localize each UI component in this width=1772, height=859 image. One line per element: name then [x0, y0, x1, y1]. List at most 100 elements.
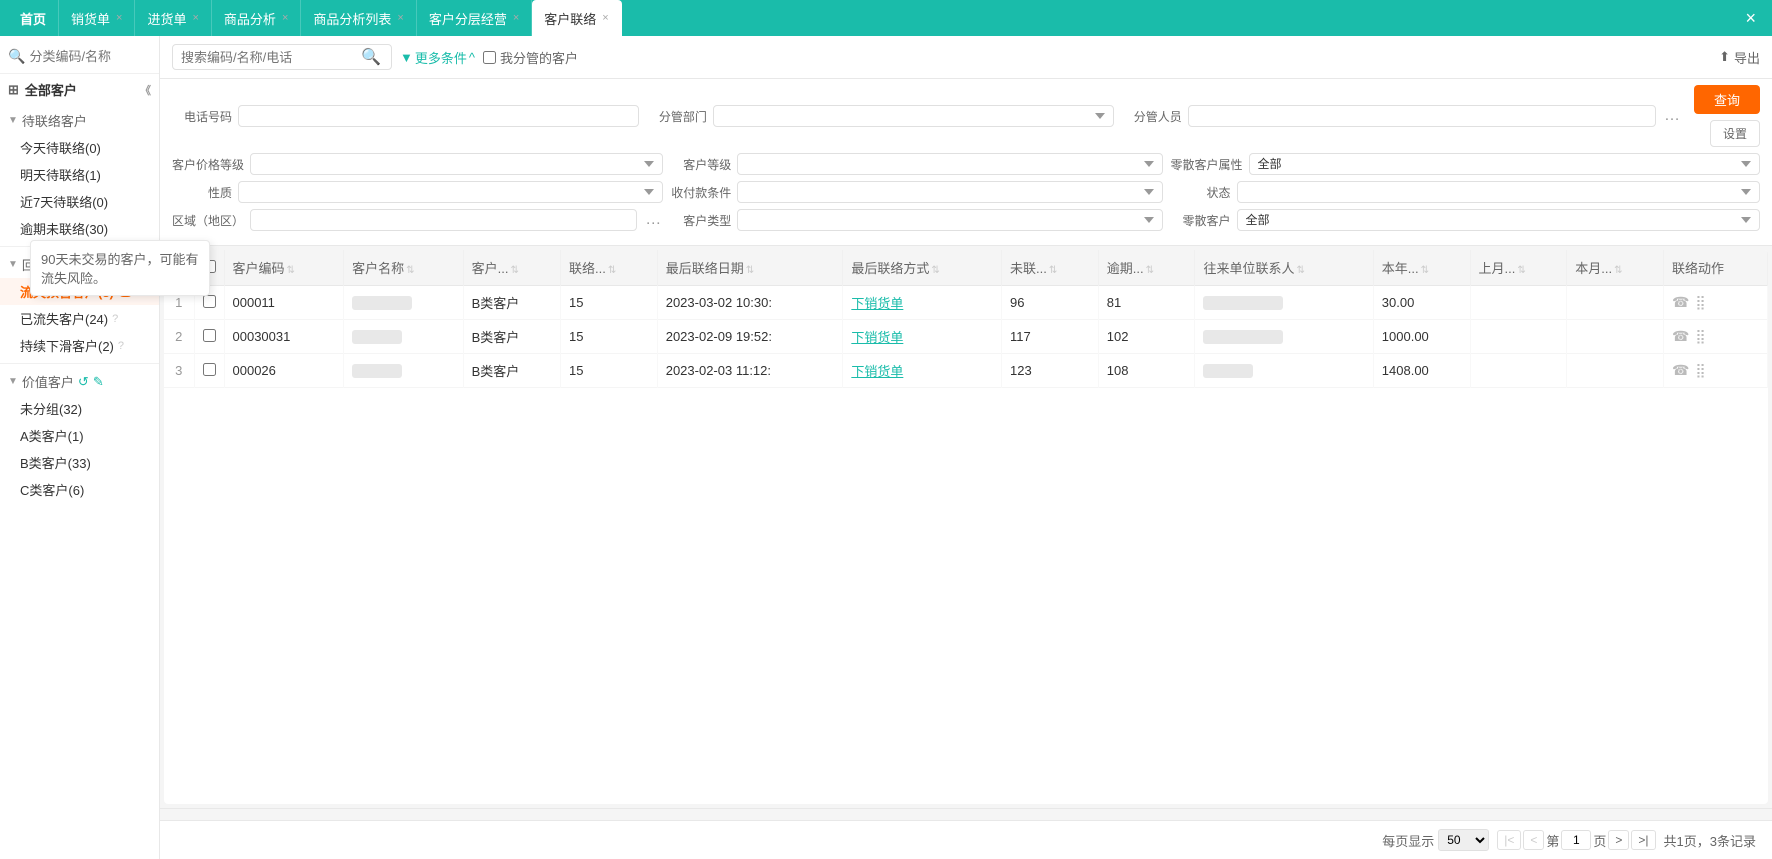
total-records-label: 共1页，3条记录: [1664, 831, 1756, 850]
tab-analysis-list[interactable]: 商品分析列表 ×: [301, 0, 416, 36]
cell-this-year-0: 30.00: [1373, 286, 1470, 320]
link-last-method-1[interactable]: 下销货单: [851, 330, 903, 345]
action-more-0[interactable]: ⣿: [1695, 294, 1705, 311]
row-checkbox-2[interactable]: [203, 363, 216, 376]
tab-analysis-close[interactable]: ×: [282, 12, 288, 24]
declining-question-icon[interactable]: ?: [118, 340, 124, 352]
tab-customer-contact-close[interactable]: ×: [602, 12, 608, 24]
page-number-input[interactable]: [1561, 830, 1591, 850]
filter-more-button[interactable]: ▼ 更多条件 ^: [400, 48, 475, 67]
tab-sales[interactable]: 销货单 ×: [59, 0, 135, 36]
filter-payment-select[interactable]: [737, 181, 1162, 203]
filter-zero-attr-select[interactable]: 全部: [1249, 153, 1760, 175]
prev-page-button[interactable]: <: [1523, 830, 1544, 850]
filter-customer-type-select[interactable]: [737, 209, 1162, 231]
th-type-sort[interactable]: ⇅: [510, 265, 518, 276]
refresh-icon[interactable]: ↺: [78, 374, 89, 390]
cell-checkbox-1[interactable]: [194, 320, 224, 354]
th-last-date-sort[interactable]: ⇅: [746, 265, 754, 276]
filter-region: 区域（地区） …: [172, 209, 663, 231]
tab-sales-close[interactable]: ×: [116, 12, 122, 24]
edit-icon[interactable]: ✎: [93, 374, 104, 390]
filter-more-label: 更多条件: [415, 48, 467, 67]
filter-region-input[interactable]: [250, 209, 637, 231]
tab-customer-contact[interactable]: 客户联络 ×: [532, 0, 621, 36]
cell-last-method-2[interactable]: 下销货单: [843, 354, 1002, 388]
filter-person-input[interactable]: [1188, 105, 1656, 127]
sidebar-item-tomorrow[interactable]: 明天待联络(1): [0, 161, 159, 188]
sidebar-group-value-title[interactable]: ▼ 价值客户 ↺ ✎: [0, 368, 159, 395]
next-page-button[interactable]: >: [1608, 830, 1629, 850]
search-input[interactable]: [181, 50, 359, 65]
filter-price-level-select[interactable]: [250, 153, 663, 175]
th-unlinked-label: 未联...: [1010, 261, 1047, 276]
filter-nature-select[interactable]: [238, 181, 663, 203]
tab-customer-tier-close[interactable]: ×: [513, 12, 519, 24]
th-overdue-sort[interactable]: ⇅: [1146, 265, 1154, 276]
sidebar-item-overdue[interactable]: 逾期未联络(30): [0, 215, 159, 242]
window-close-button[interactable]: ×: [1737, 8, 1764, 29]
th-last-method-sort[interactable]: ⇅: [931, 265, 939, 276]
churned-question-icon[interactable]: ?: [112, 313, 118, 325]
cell-last-method-0[interactable]: 下销货单: [843, 286, 1002, 320]
th-unlinked-sort[interactable]: ⇅: [1049, 265, 1057, 276]
tab-purchase[interactable]: 进货单 ×: [135, 0, 211, 36]
cell-last-method-1[interactable]: 下销货单: [843, 320, 1002, 354]
action-phone-2[interactable]: ☎: [1672, 362, 1689, 379]
filter-payment: 收付款条件: [671, 181, 1162, 203]
first-page-button[interactable]: |<: [1497, 830, 1521, 850]
collapse-icon[interactable]: 《: [140, 82, 151, 98]
filter-person-ellipsis[interactable]: …: [1662, 107, 1682, 125]
filter-region-ellipsis[interactable]: …: [643, 211, 663, 229]
action-phone-0[interactable]: ☎: [1672, 294, 1689, 311]
link-last-method-2[interactable]: 下销货单: [851, 364, 903, 379]
tab-customer-tier[interactable]: 客户分层经营 ×: [417, 0, 532, 36]
sidebar-item-ungrouped[interactable]: 未分组(32): [0, 395, 159, 422]
export-button[interactable]: ⬆ 导出: [1719, 48, 1760, 67]
filter-status-select[interactable]: [1237, 181, 1761, 203]
sidebar-item-class-c[interactable]: C类客户(6): [0, 476, 159, 503]
setting-button[interactable]: 设置: [1710, 120, 1760, 147]
th-name-sort[interactable]: ⇅: [406, 265, 414, 276]
sidebar-item-class-b[interactable]: B类客户(33): [0, 449, 159, 476]
sidebar-item-7days[interactable]: 近7天待联络(0): [0, 188, 159, 215]
sidebar-item-churned[interactable]: 已流失客户(24) ?: [0, 305, 159, 332]
th-this-month-label: 本月...: [1575, 261, 1612, 276]
filter-dept-select[interactable]: [713, 105, 1114, 127]
last-page-button[interactable]: >|: [1631, 830, 1655, 850]
th-this-month-sort[interactable]: ⇅: [1614, 265, 1622, 276]
page-size-select[interactable]: 50100200: [1438, 829, 1489, 851]
action-more-1[interactable]: ⣿: [1695, 328, 1705, 345]
th-contact-person-sort[interactable]: ⇅: [1297, 265, 1305, 276]
my-customer-checkbox[interactable]: [483, 51, 496, 64]
th-code-sort[interactable]: ⇅: [287, 265, 295, 276]
sidebar-group-pending-title[interactable]: ▼ 待联络客户: [0, 107, 159, 134]
tab-analysis[interactable]: 商品分析 ×: [212, 0, 301, 36]
action-more-2[interactable]: ⣿: [1695, 362, 1705, 379]
action-phone-1[interactable]: ☎: [1672, 328, 1689, 345]
link-last-method-0[interactable]: 下销货单: [851, 296, 903, 311]
filter-phone-input[interactable]: [238, 105, 639, 127]
my-customer-label[interactable]: 我分管的客户: [483, 48, 578, 67]
filter-zero-customer-select[interactable]: 全部: [1237, 209, 1761, 231]
th-this-year-sort[interactable]: ⇅: [1421, 265, 1429, 276]
row-checkbox-1[interactable]: [203, 329, 216, 342]
sidebar-item-declining[interactable]: 持续下滑客户(2) ?: [0, 332, 159, 359]
tab-home[interactable]: 首页: [8, 0, 59, 36]
cell-checkbox-2[interactable]: [194, 354, 224, 388]
h-scrollbar[interactable]: [160, 808, 1772, 820]
th-unlinked: 未联...⇅: [1002, 250, 1099, 286]
sidebar-item-today[interactable]: 今天待联络(0): [0, 134, 159, 161]
tab-purchase-close[interactable]: ×: [192, 12, 198, 24]
cell-this-month-1: [1567, 320, 1664, 354]
search-button[interactable]: 🔍: [359, 47, 383, 67]
row-checkbox-0[interactable]: [203, 295, 216, 308]
query-button[interactable]: 查询: [1694, 85, 1760, 114]
th-contact-count-sort[interactable]: ⇅: [608, 265, 616, 276]
filter-customer-level-select[interactable]: [737, 153, 1162, 175]
sidebar-item-class-a[interactable]: A类客户(1): [0, 422, 159, 449]
tab-analysis-list-close[interactable]: ×: [397, 12, 403, 24]
sidebar-all-customers[interactable]: ⊞ 全部客户 《: [0, 74, 159, 105]
sidebar-search-input[interactable]: [29, 49, 151, 64]
th-last-month-sort[interactable]: ⇅: [1517, 265, 1525, 276]
